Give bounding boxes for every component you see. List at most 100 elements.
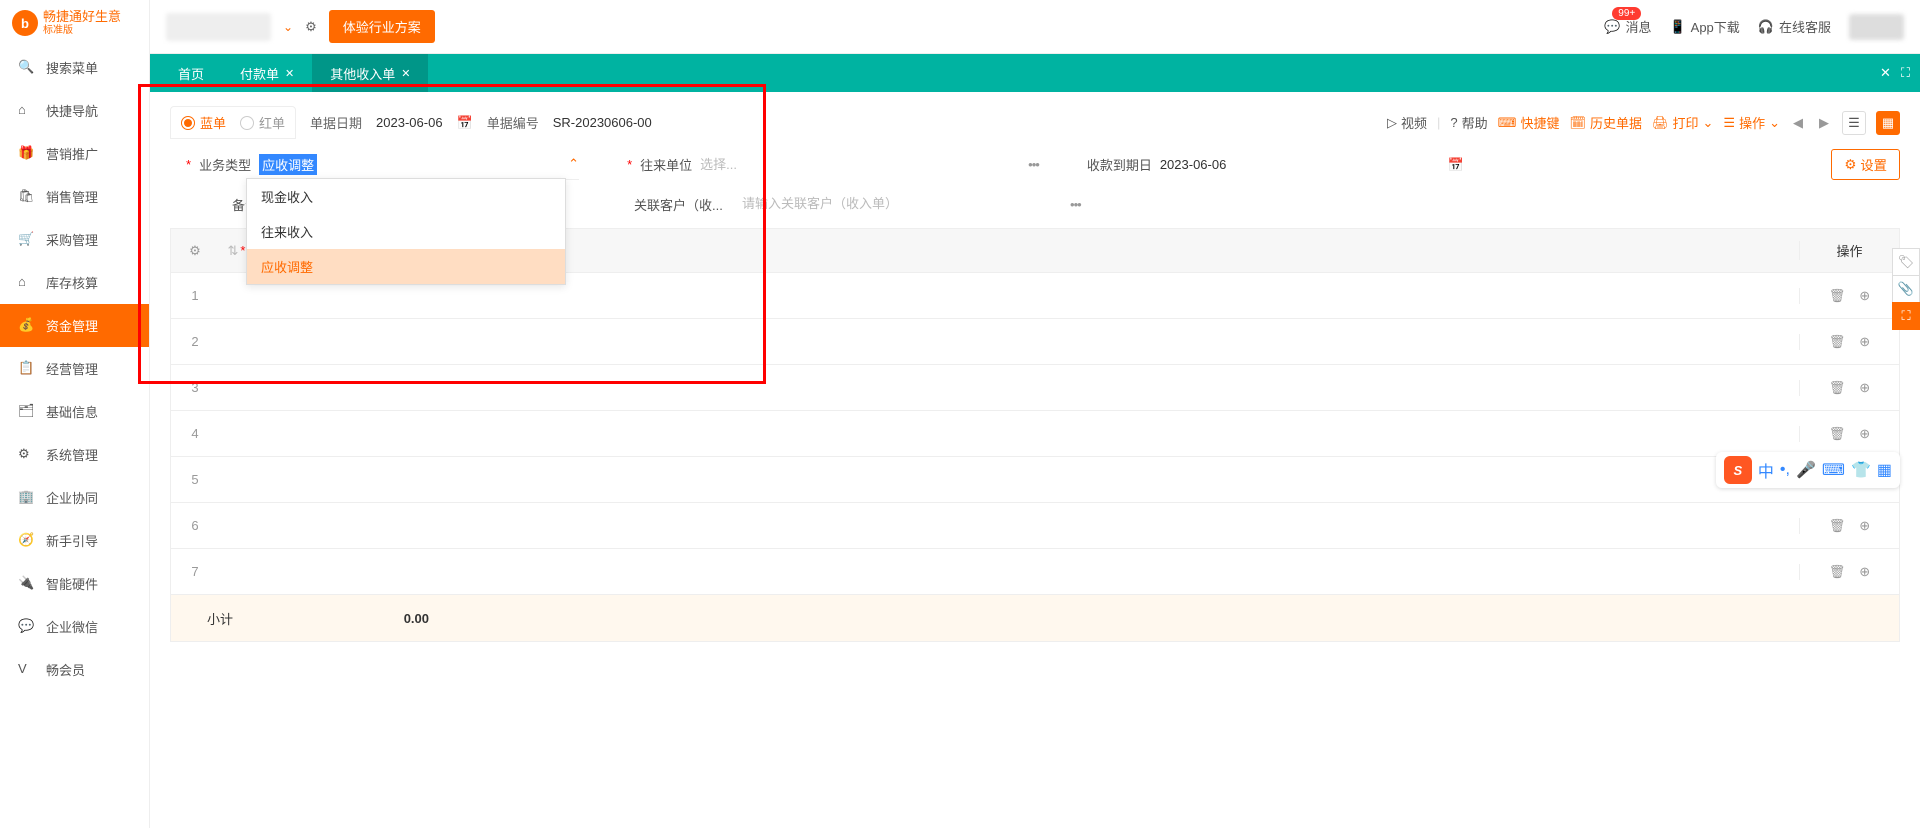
- tab-home[interactable]: 首页: [160, 54, 222, 92]
- tab-other-income[interactable]: 其他收入单✕: [312, 54, 428, 92]
- ime-punct-icon[interactable]: •,: [1780, 461, 1790, 479]
- table-settings-icon[interactable]: ⚙: [171, 243, 219, 259]
- chevron-up-icon[interactable]: ⌃: [568, 156, 579, 172]
- next-button[interactable]: ▶: [1816, 115, 1832, 131]
- delete-icon[interactable]: 🗑: [1829, 426, 1846, 442]
- app-download-link[interactable]: 📱App下载: [1669, 17, 1739, 36]
- close-all-icon[interactable]: ✕: [1880, 65, 1891, 81]
- support-link[interactable]: 🎧在线客服: [1758, 17, 1831, 36]
- sidebar-item-purchase[interactable]: 🛒采购管理: [0, 218, 149, 261]
- sidebar-item-member[interactable]: V畅会员: [0, 648, 149, 691]
- sidebar-item-operation[interactable]: 📋经营管理: [0, 347, 149, 390]
- sidebar-item-search[interactable]: 🔍搜索菜单: [0, 46, 149, 89]
- copy-icon[interactable]: ⊕: [1859, 380, 1870, 396]
- related-field[interactable]: 关联客户（收... •••: [634, 192, 1081, 216]
- sidebar-item-sales[interactable]: 🛍销售管理: [0, 175, 149, 218]
- sidebar-item-hardware[interactable]: 🔌智能硬件: [0, 562, 149, 605]
- ime-skin-icon[interactable]: 👕: [1851, 460, 1871, 480]
- sidebar-item-quicknav[interactable]: ⌂快捷导航: [0, 89, 149, 132]
- close-icon[interactable]: ✕: [285, 67, 294, 80]
- due-input[interactable]: [1160, 153, 1440, 177]
- more-icon[interactable]: •••: [1070, 197, 1081, 212]
- delete-icon[interactable]: 🗑: [1829, 288, 1846, 304]
- doc-date-value[interactable]: 2023-06-06: [376, 115, 443, 130]
- delete-icon[interactable]: 🗑: [1829, 518, 1846, 534]
- due-date-field[interactable]: 收款到期日 📅: [1087, 153, 1464, 177]
- chevron-down-icon[interactable]: ⌄: [283, 20, 293, 34]
- subtotal-value: 0.00: [269, 611, 439, 626]
- headset-icon: 🎧: [1758, 19, 1774, 35]
- subtotal-row: 小计 0.00: [171, 595, 1899, 641]
- messages-link[interactable]: 💬 99+ 消息: [1604, 17, 1651, 36]
- doc-no-value: SR-20230606-00: [553, 115, 652, 130]
- calendar-icon[interactable]: 📅: [1448, 157, 1464, 173]
- history-link[interactable]: 🗓历史单据: [1569, 113, 1642, 132]
- print-link[interactable]: 🖨打印⌄: [1652, 113, 1713, 132]
- related-input[interactable]: [742, 192, 1062, 216]
- table-row[interactable]: 4🗑⊕: [171, 411, 1899, 457]
- table-row[interactable]: 3🗑⊕: [171, 365, 1899, 411]
- more-icon[interactable]: •••: [1028, 157, 1039, 172]
- cart-icon: 🛒: [18, 231, 36, 249]
- dropdown-item-receivable[interactable]: 往来收入: [247, 214, 565, 249]
- table-row[interactable]: 2🗑⊕: [171, 319, 1899, 365]
- dropdown-item-cash[interactable]: 现金收入: [247, 179, 565, 214]
- radio-red[interactable]: 红单: [240, 113, 285, 132]
- table-row[interactable]: 6🗑⊕: [171, 503, 1899, 549]
- ime-lang[interactable]: 中: [1758, 458, 1774, 482]
- partner-field[interactable]: * 往来单位 •••: [627, 153, 1039, 177]
- help-link[interactable]: ?帮助: [1450, 113, 1487, 132]
- sidebar-item-collab[interactable]: 🏢企业协同: [0, 476, 149, 519]
- side-tab-attach[interactable]: 📎: [1892, 275, 1920, 303]
- gear-icon[interactable]: ⚙: [305, 19, 317, 35]
- video-link[interactable]: ▷视频: [1387, 113, 1427, 132]
- tab-payment[interactable]: 付款单✕: [222, 54, 312, 92]
- dropdown-item-adjust[interactable]: 应收调整: [247, 249, 565, 284]
- user-avatar-blurred[interactable]: [1849, 14, 1904, 40]
- shortcut-link[interactable]: ⌨快捷键: [1498, 113, 1560, 132]
- radio-blue[interactable]: 蓝单: [181, 113, 226, 132]
- settings-button[interactable]: ⚙设置: [1831, 149, 1900, 180]
- expand-icon[interactable]: ⛶: [1901, 65, 1910, 81]
- help-icon: ?: [1450, 115, 1457, 130]
- biztype-field[interactable]: * 业务类型 应收调整 ⌃ 现金收入 往来收入 应收调整: [186, 150, 579, 180]
- copy-icon[interactable]: ⊕: [1859, 518, 1870, 534]
- ime-bar[interactable]: S 中 •, 🎤 ⌨ 👕 ▦: [1716, 452, 1900, 488]
- org-selector-blurred[interactable]: [166, 13, 271, 41]
- gear-icon: ⚙: [1844, 157, 1856, 173]
- table-row[interactable]: 7🗑⊕: [171, 549, 1899, 595]
- card-view-button[interactable]: ▦: [1876, 111, 1900, 135]
- ime-keyboard-icon[interactable]: ⌨: [1822, 460, 1845, 480]
- copy-icon[interactable]: ⊕: [1859, 334, 1870, 350]
- calendar-icon[interactable]: 📅: [457, 115, 473, 131]
- delete-icon[interactable]: 🗑: [1829, 380, 1846, 396]
- list-view-button[interactable]: ☰: [1842, 111, 1866, 135]
- trial-button[interactable]: 体验行业方案: [329, 10, 435, 43]
- sidebar-item-marketing[interactable]: 🎁营销推广: [0, 132, 149, 175]
- sidebar-item-system[interactable]: ⚙系统管理: [0, 433, 149, 476]
- sidebar-item-finance[interactable]: 💰资金管理: [0, 304, 149, 347]
- operate-link[interactable]: ☰操作⌄: [1723, 113, 1780, 132]
- chip-icon: 🔌: [18, 575, 36, 593]
- ime-mic-icon[interactable]: 🎤: [1796, 460, 1816, 480]
- ime-logo-icon: S: [1724, 456, 1752, 484]
- sidebar-item-inventory[interactable]: ⌂库存核算: [0, 261, 149, 304]
- side-tab-notes[interactable]: 🏷: [1892, 248, 1920, 276]
- sidebar-item-guide[interactable]: 🧭新手引导: [0, 519, 149, 562]
- side-tab-expand[interactable]: ⛶: [1892, 302, 1920, 330]
- copy-icon[interactable]: ⊕: [1859, 426, 1870, 442]
- table-row[interactable]: 5🗑⊕: [171, 457, 1899, 503]
- ime-toolbox-icon[interactable]: ▦: [1877, 460, 1892, 480]
- side-tabs: 🏷 📎 ⛶: [1892, 248, 1920, 329]
- copy-icon[interactable]: ⊕: [1859, 564, 1870, 580]
- prev-button[interactable]: ◀: [1790, 115, 1806, 131]
- sidebar-item-basicinfo[interactable]: 🗂基础信息: [0, 390, 149, 433]
- delete-icon[interactable]: 🗑: [1829, 564, 1846, 580]
- copy-icon[interactable]: ⊕: [1859, 288, 1870, 304]
- close-icon[interactable]: ✕: [401, 67, 410, 80]
- delete-icon[interactable]: 🗑: [1829, 334, 1846, 350]
- sidebar-item-wecom[interactable]: 💬企业微信: [0, 605, 149, 648]
- biztype-value: 应收调整: [259, 154, 317, 175]
- logo: b 畅捷通好生意 标准版: [0, 0, 149, 46]
- partner-input[interactable]: [700, 153, 1020, 177]
